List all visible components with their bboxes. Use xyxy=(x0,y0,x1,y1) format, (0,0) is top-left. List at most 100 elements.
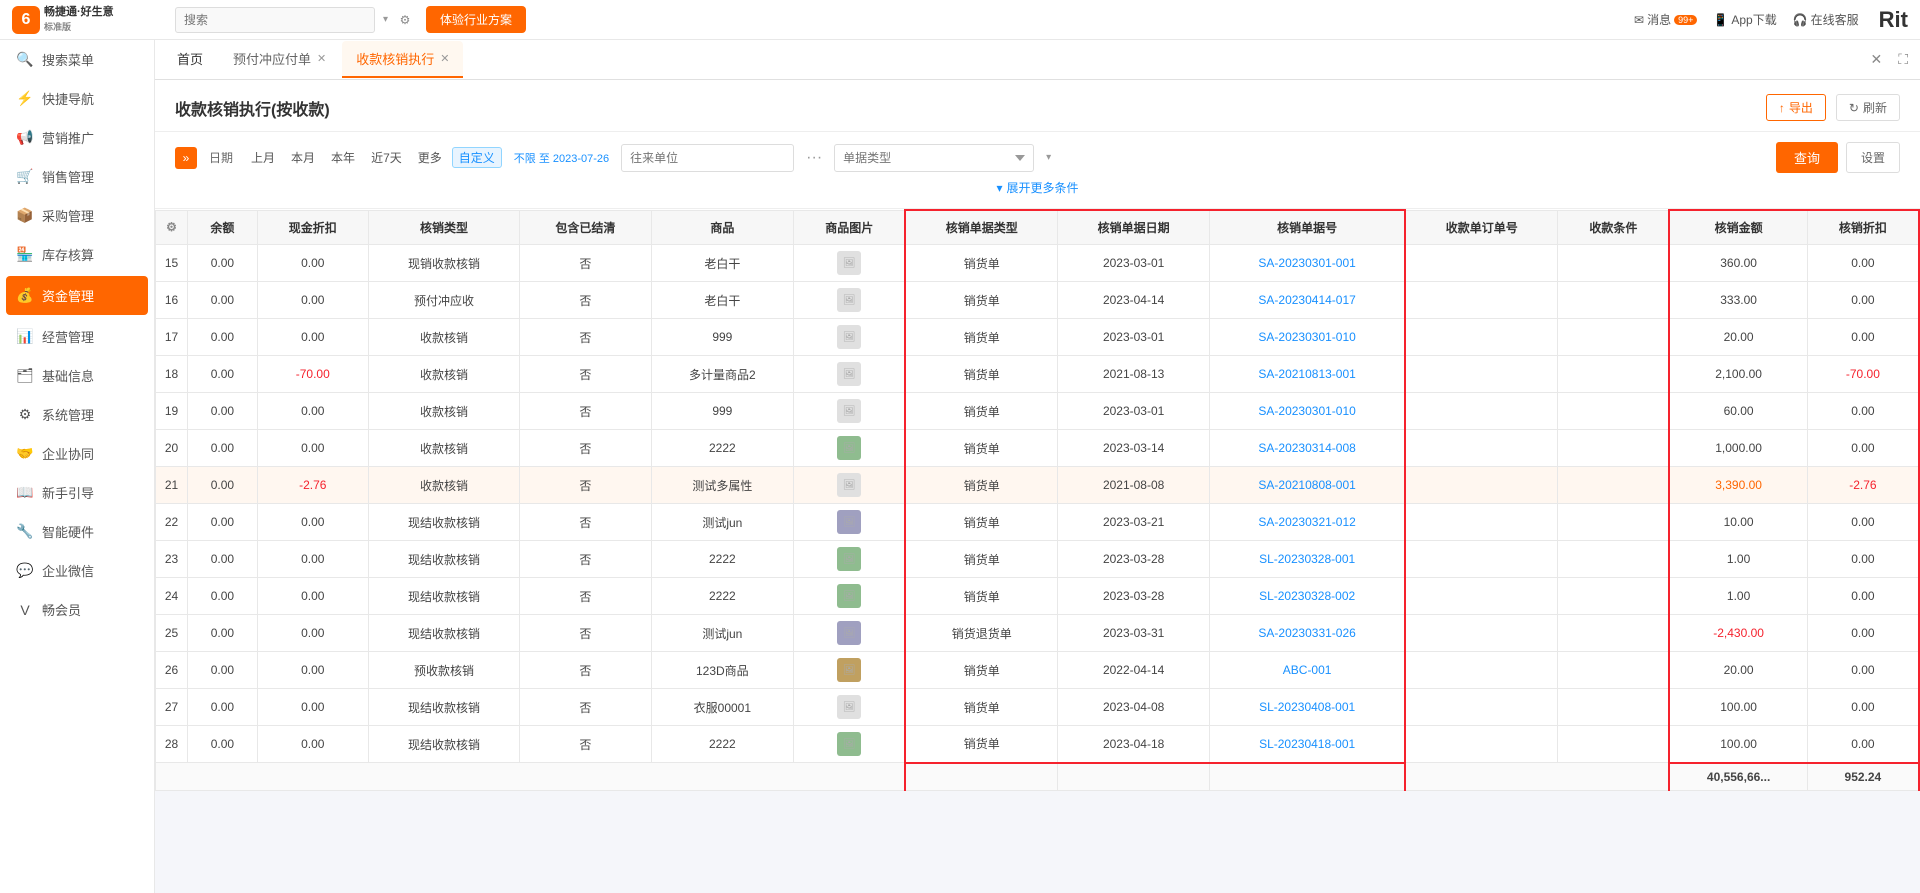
cell-included-settled: 否 xyxy=(520,393,651,430)
tab-maximize-button[interactable]: ⛶ xyxy=(1894,47,1912,72)
tab-label-cancel: 收款核销执行 xyxy=(356,49,434,68)
online-service-button[interactable]: 🎧 在线客服 xyxy=(1793,11,1859,28)
voucher-no-link[interactable]: SL-20230418-001 xyxy=(1259,737,1355,751)
sidebar-item-marketing[interactable]: 📢 营销推广 xyxy=(0,118,154,157)
sidebar-item-purchase[interactable]: 📦 采购管理 xyxy=(0,196,154,235)
voucher-no-link[interactable]: SA-20210813-001 xyxy=(1258,367,1355,381)
sidebar-item-guide[interactable]: 📖 新手引导 xyxy=(0,473,154,512)
sidebar-item-basics[interactable]: 🗂 基础信息 xyxy=(0,356,154,395)
filter-collapse-button[interactable]: » xyxy=(175,147,197,169)
voucher-no-link[interactable]: SA-20230414-017 xyxy=(1258,293,1355,307)
date-this-year-button[interactable]: 本年 xyxy=(325,147,361,168)
cell-cancel-voucher-type: 销货单 xyxy=(905,652,1058,689)
date-more-button[interactable]: 更多 xyxy=(412,147,448,168)
cell-id: 17 xyxy=(156,319,188,356)
operations-icon: 📊 xyxy=(16,328,34,346)
tab-cancel[interactable]: 收款核销执行 ✕ xyxy=(342,41,463,78)
cell-cancel-voucher-type: 销货退货单 xyxy=(905,615,1058,652)
table-row: 250.000.00现结收款核销否测试jun🖼销货退货单2023-03-31SA… xyxy=(156,615,1920,652)
voucher-no-link[interactable]: ABC-001 xyxy=(1283,663,1332,677)
partner-dots-button[interactable]: ··· xyxy=(806,149,822,167)
app-logo: 6 畅捷通·好生意 标准版 xyxy=(12,6,167,34)
dropdown-chevron-icon[interactable]: ▾ xyxy=(383,14,388,25)
table-header-row: ⚙ 余额 现金折扣 核销类型 包含已结清 商品 商品图片 核销单据类型 核销单据… xyxy=(156,210,1920,245)
date-this-month-button[interactable]: 本月 xyxy=(285,147,321,168)
date-7days-button[interactable]: 近7天 xyxy=(365,147,408,168)
settings-icon[interactable]: ⚙ xyxy=(396,11,414,29)
date-filter-label: 日期 xyxy=(209,149,233,166)
voucher-no-link[interactable]: SA-20230301-010 xyxy=(1258,404,1355,418)
voucher-no-link[interactable]: SA-20230301-001 xyxy=(1258,256,1355,270)
table-row: 280.000.00现结收款核销否2222🖼销货单2023-04-18SL-20… xyxy=(156,726,1920,763)
col-settings-gear-icon[interactable]: ⚙ xyxy=(166,220,177,234)
sidebar-item-wechat[interactable]: 💬 企业微信 xyxy=(0,551,154,590)
sidebar-item-sales[interactable]: 🛒 销售管理 xyxy=(0,157,154,196)
voucher-no-link[interactable]: SL-20230408-001 xyxy=(1259,700,1355,714)
th-product: 商品 xyxy=(651,210,794,245)
sidebar-item-operations[interactable]: 📊 经营管理 xyxy=(0,317,154,356)
filter-settings-button[interactable]: 设置 xyxy=(1846,142,1900,173)
sidebar-item-quicknav[interactable]: ⚡ 快捷导航 xyxy=(0,79,154,118)
cell-product: 2222 xyxy=(651,578,794,615)
cell-cancel-voucher-no: SA-20230301-001 xyxy=(1209,245,1405,282)
messages-button[interactable]: ✉ 消息 99+ xyxy=(1634,11,1697,28)
sidebar-item-inventory[interactable]: 🏪 库存核算 xyxy=(0,235,154,274)
cell-cancel-voucher-no: SL-20230408-001 xyxy=(1209,689,1405,726)
sidebar-label-inventory: 库存核算 xyxy=(42,245,94,264)
app-download-button[interactable]: 📱 App下载 xyxy=(1713,11,1776,28)
wechat-icon: 💬 xyxy=(16,562,34,580)
search-input[interactable] xyxy=(175,7,375,33)
voucher-no-link[interactable]: SL-20230328-001 xyxy=(1259,552,1355,566)
tab-close-window-button[interactable]: ✕ xyxy=(1866,47,1886,72)
cell-balance: 0.00 xyxy=(188,726,258,763)
partner-filter-input[interactable] xyxy=(621,144,794,172)
voucher-no-link[interactable]: SA-20230321-012 xyxy=(1258,515,1355,529)
sidebar-item-system[interactable]: ⚙ 系统管理 xyxy=(0,395,154,434)
tab-prepay[interactable]: 预付冲应付单 ✕ xyxy=(219,41,340,78)
voucher-type-filter-select[interactable] xyxy=(834,144,1034,172)
query-button[interactable]: 查询 xyxy=(1776,142,1838,173)
expand-more-button[interactable]: ▾ 展开更多条件 xyxy=(996,179,1078,196)
voucher-no-link[interactable]: SA-20210808-001 xyxy=(1258,478,1355,492)
th-receipt-condition: 收款条件 xyxy=(1558,210,1670,245)
tab-close-prepay[interactable]: ✕ xyxy=(317,52,326,65)
export-button[interactable]: ↑ 导出 xyxy=(1766,94,1826,121)
cell-balance: 0.00 xyxy=(188,282,258,319)
table-container[interactable]: ⚙ 余额 现金折扣 核销类型 包含已结清 商品 商品图片 核销单据类型 核销单据… xyxy=(155,209,1920,893)
product-thumbnail: 🖼 xyxy=(837,436,861,460)
tab-home[interactable]: 首页 xyxy=(163,41,217,78)
sidebar-item-hardware[interactable]: 🔧 智能硬件 xyxy=(0,512,154,551)
voucher-no-link[interactable]: SA-20230331-026 xyxy=(1258,626,1355,640)
cell-balance: 0.00 xyxy=(188,393,258,430)
sidebar: 🔍 搜索菜单 ⚡ 快捷导航 📢 营销推广 🛒 销售管理 📦 采购管理 🏪 库存核… xyxy=(0,40,155,893)
sidebar-item-vip[interactable]: V 畅会员 xyxy=(0,590,154,629)
cell-balance: 0.00 xyxy=(188,467,258,504)
voucher-no-link[interactable]: SA-20230301-010 xyxy=(1258,330,1355,344)
cell-receipt-order-no xyxy=(1405,282,1558,319)
sidebar-item-search[interactable]: 🔍 搜索菜单 xyxy=(0,40,154,79)
sidebar-item-finance[interactable]: 💰 资金管理 xyxy=(6,276,148,315)
date-last-month-button[interactable]: 上月 xyxy=(245,147,281,168)
product-thumbnail: 🖼 xyxy=(837,621,861,645)
voucher-no-link[interactable]: SA-20230314-008 xyxy=(1258,441,1355,455)
voucher-no-link[interactable]: SL-20230328-002 xyxy=(1259,589,1355,603)
cell-cancel-type: 现结收款核销 xyxy=(368,541,520,578)
cell-cancel-type: 预付冲应收 xyxy=(368,282,520,319)
sidebar-item-cooperation[interactable]: 🤝 企业协同 xyxy=(0,434,154,473)
th-settings[interactable]: ⚙ xyxy=(156,210,188,245)
refresh-button[interactable]: ↻ 刷新 xyxy=(1836,94,1900,121)
basics-icon: 🗂 xyxy=(16,367,34,385)
tab-close-cancel[interactable]: ✕ xyxy=(440,52,449,65)
cell-cash-discount: 0.00 xyxy=(257,282,368,319)
cell-cancel-discount: -70.00 xyxy=(1807,356,1919,393)
expand-down-icon: ▾ xyxy=(996,181,1002,195)
cell-id: 16 xyxy=(156,282,188,319)
cell-product-img: 🖼 xyxy=(794,467,906,504)
date-custom-button[interactable]: 自定义 xyxy=(452,147,502,168)
cell-cancel-discount: 0.00 xyxy=(1807,282,1919,319)
product-thumbnail: 🖼 xyxy=(837,732,861,756)
industry-solution-button[interactable]: 体验行业方案 xyxy=(426,6,526,33)
cell-id: 21 xyxy=(156,467,188,504)
cell-receipt-order-no xyxy=(1405,245,1558,282)
th-receipt-order-no: 收款单订单号 xyxy=(1405,210,1558,245)
